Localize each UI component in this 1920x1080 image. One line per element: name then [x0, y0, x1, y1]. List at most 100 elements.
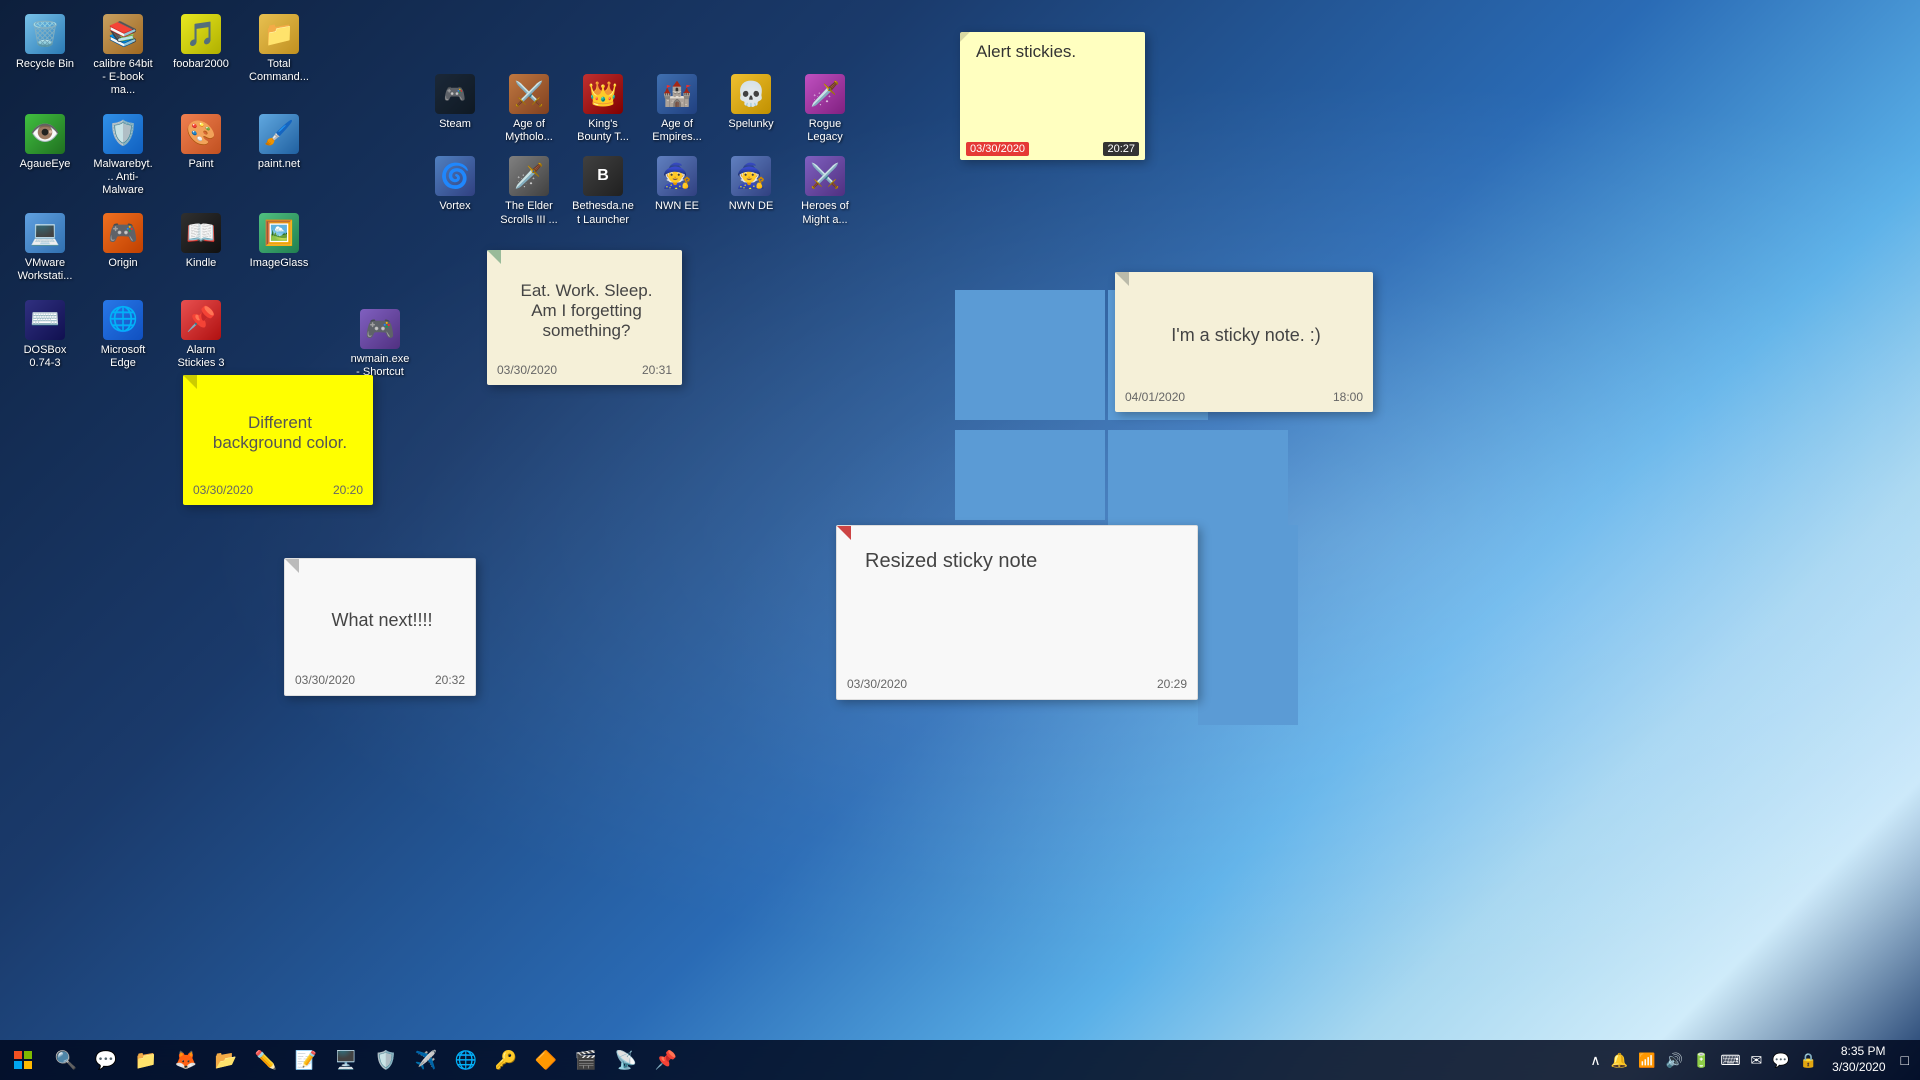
taskbar-paint-task[interactable]: ✏️ — [246, 1040, 286, 1080]
sticky-alert-footer: 03/30/2020 20:27 — [960, 142, 1145, 160]
icon-foobar2000[interactable]: 🎵 foobar2000 — [166, 10, 236, 102]
taskbar-firefox[interactable]: 🦊 — [166, 1040, 206, 1080]
sticky-iam-footer: 04/01/2020 18:00 — [1115, 386, 1373, 412]
sticky-what-next-corner — [285, 559, 299, 573]
icon-vmware[interactable]: 💻 VMware Workstati... — [10, 209, 80, 287]
foobar-label: foobar2000 — [173, 58, 229, 71]
sticky-resized[interactable]: Resized sticky note 03/30/2020 20:29 — [836, 525, 1198, 700]
systray-network[interactable]: 📶 — [1635, 1052, 1658, 1069]
imageglass-icon: 🖼️ — [259, 213, 299, 253]
paint-label: Paint — [188, 158, 213, 171]
spelunky-label: Spelunky — [728, 118, 773, 131]
icon-agaueeye[interactable]: 👁️ AgaueEye — [10, 110, 80, 202]
taskbar-word[interactable]: 📝 — [286, 1040, 326, 1080]
systray-alarm[interactable]: 🔔 — [1608, 1052, 1631, 1069]
sticky-alert-content: Alert stickies. — [960, 32, 1145, 142]
kindle-label: Kindle — [186, 257, 217, 270]
taskbar-search[interactable]: 🔍 — [46, 1040, 86, 1080]
edge-icon: 🌐 — [103, 300, 143, 340]
systray-sound[interactable]: 🔊 — [1662, 1052, 1685, 1069]
icon-edge[interactable]: 🌐 Microsoft Edge — [88, 296, 158, 374]
taskbar-cortana[interactable]: 💬 — [86, 1040, 126, 1080]
sticky-alert-text: Alert stickies. — [976, 42, 1076, 62]
sticky-what-next[interactable]: What next!!!! 03/30/2020 20:32 — [284, 558, 476, 696]
icon-steam[interactable]: 🎮 Steam — [420, 70, 490, 148]
rogue-legacy-label: Rogue Legacy — [794, 118, 856, 144]
icon-age-empires[interactable]: 🏰 Age of Empires... — [642, 70, 712, 148]
icon-bethesda[interactable]: B Bethesda.net Launcher — [568, 152, 638, 230]
sticky-alert[interactable]: Alert stickies. 03/30/2020 20:27 — [960, 32, 1145, 160]
taskbar-edge-task[interactable]: 🌐 — [446, 1040, 486, 1080]
icon-spelunky[interactable]: 💀 Spelunky — [716, 70, 786, 148]
dosbox-label: DOSBox 0.74-3 — [14, 344, 76, 370]
age-empires-icon: 🏰 — [657, 74, 697, 114]
system-tray: ∧ 🔔 📶 🔊 🔋 ⌨ ✉ 💬 🔒 8:35 PM 3/30/2020 □ — [1587, 1040, 1920, 1080]
sticky-yellow-footer: 03/30/2020 20:20 — [183, 479, 373, 505]
sticky-iam[interactable]: I'm a sticky note. :) 04/01/2020 18:00 — [1115, 272, 1373, 412]
icon-alarm-stickies[interactable]: 📌 Alarm Stickies 3 — [166, 296, 236, 374]
nwmain-icon: 🎮 — [360, 309, 400, 349]
taskbar-clock[interactable]: 8:35 PM 3/30/2020 — [1824, 1044, 1893, 1075]
taskbar-obs[interactable]: 📡 — [606, 1040, 646, 1080]
icon-kindle[interactable]: 📖 Kindle — [166, 209, 236, 287]
systray-keyboard[interactable]: ⌨ — [1717, 1052, 1743, 1069]
alarm-stickies-label: Alarm Stickies 3 — [170, 344, 232, 370]
taskbar-file-explorer[interactable]: 📁 — [126, 1040, 166, 1080]
icon-calibre[interactable]: 📚 calibre 64bit - E-book ma... — [88, 10, 158, 102]
icon-dosbox[interactable]: ⌨️ DOSBox 0.74-3 — [10, 296, 80, 374]
steam-label: Steam — [439, 118, 471, 131]
taskbar-firefox2[interactable]: 🔶 — [526, 1040, 566, 1080]
sticky-alert-date: 03/30/2020 — [966, 142, 1029, 156]
taskbar-vlc[interactable]: 🎬 — [566, 1040, 606, 1080]
icon-kings-bounty[interactable]: 👑 King's Bounty T... — [568, 70, 638, 148]
icon-age-mythology[interactable]: ⚔️ Age of Mytholo... — [494, 70, 564, 148]
start-button[interactable] — [0, 1040, 46, 1080]
sticky-resized-content: Resized sticky note — [837, 526, 1197, 673]
taskbar-antivirus[interactable]: 🛡️ — [366, 1040, 406, 1080]
icon-total-commander[interactable]: 📁 Total Command... — [244, 10, 314, 102]
systray-battery[interactable]: 🔋 — [1690, 1052, 1713, 1069]
nwn-de-icon: 🧙 — [731, 156, 771, 196]
age-mythology-icon: ⚔️ — [509, 74, 549, 114]
right-icon-group: 🎮 Steam ⚔️ Age of Mytholo... 👑 King's Bo… — [420, 70, 860, 231]
agaueeye-icon: 👁️ — [25, 114, 65, 154]
systray-arrow[interactable]: ∧ — [1587, 1052, 1603, 1069]
icon-heroes[interactable]: ⚔️ Heroes of Might a... — [790, 152, 860, 230]
malwarebytes-icon: 🛡️ — [103, 114, 143, 154]
taskbar-task8[interactable]: 🖥️ — [326, 1040, 366, 1080]
icon-malwarebytes[interactable]: 🛡️ Malwarebyt... Anti-Malware — [88, 110, 158, 202]
icon-nwn-de[interactable]: 🧙 NWN DE — [716, 152, 786, 230]
icon-nwmain[interactable]: 🎮 nwmain.exe - Shortcut — [345, 305, 415, 383]
agaueeye-label: AgaueEye — [20, 158, 71, 171]
sticky-iam-text: I'm a sticky note. :) — [1171, 325, 1320, 346]
nwn-ee-icon: 🧙 — [657, 156, 697, 196]
sticky-yellow-text: Different background color. — [203, 413, 357, 453]
icon-recycle-bin[interactable]: 🗑️ Recycle Bin — [10, 10, 80, 102]
icon-imageglass[interactable]: 🖼️ ImageGlass — [244, 209, 314, 287]
taskbar-explorer[interactable]: 📂 — [206, 1040, 246, 1080]
action-center-icon[interactable]: □ — [1898, 1052, 1912, 1068]
taskbar-telegram[interactable]: ✈️ — [406, 1040, 446, 1080]
icon-rogue-legacy[interactable]: 🗡️ Rogue Legacy — [790, 70, 860, 148]
icon-paint[interactable]: 🎨 Paint — [166, 110, 236, 202]
vortex-icon: 🌀 — [435, 156, 475, 196]
imageglass-label: ImageGlass — [250, 257, 309, 270]
icon-paintnet[interactable]: 🖌️ paint.net — [244, 110, 314, 202]
malwarebytes-label: Malwarebyt... Anti-Malware — [92, 158, 154, 198]
icon-origin[interactable]: 🎮 Origin — [88, 209, 158, 287]
sticky-yellow[interactable]: Different background color. 03/30/2020 2… — [183, 375, 373, 505]
sticky-resized-date: 03/30/2020 — [847, 677, 907, 691]
icon-elder-scrolls[interactable]: 🗡️ The Elder Scrolls III ... — [494, 152, 564, 230]
sticky-beige[interactable]: Eat. Work. Sleep. Am I forgetting someth… — [487, 250, 682, 385]
systray-lock[interactable]: 🔒 — [1797, 1052, 1820, 1069]
systray-mail[interactable]: ✉ — [1748, 1052, 1766, 1069]
taskbar-keepass[interactable]: 🔑 — [486, 1040, 526, 1080]
spelunky-icon: 💀 — [731, 74, 771, 114]
origin-icon: 🎮 — [103, 213, 143, 253]
taskbar-stickies-bar[interactable]: 📌 — [646, 1040, 686, 1080]
foobar-icon: 🎵 — [181, 14, 221, 54]
icon-vortex[interactable]: 🌀 Vortex — [420, 152, 490, 230]
kindle-icon: 📖 — [181, 213, 221, 253]
icon-nwn-ee[interactable]: 🧙 NWN EE — [642, 152, 712, 230]
systray-msg[interactable]: 💬 — [1769, 1052, 1792, 1069]
